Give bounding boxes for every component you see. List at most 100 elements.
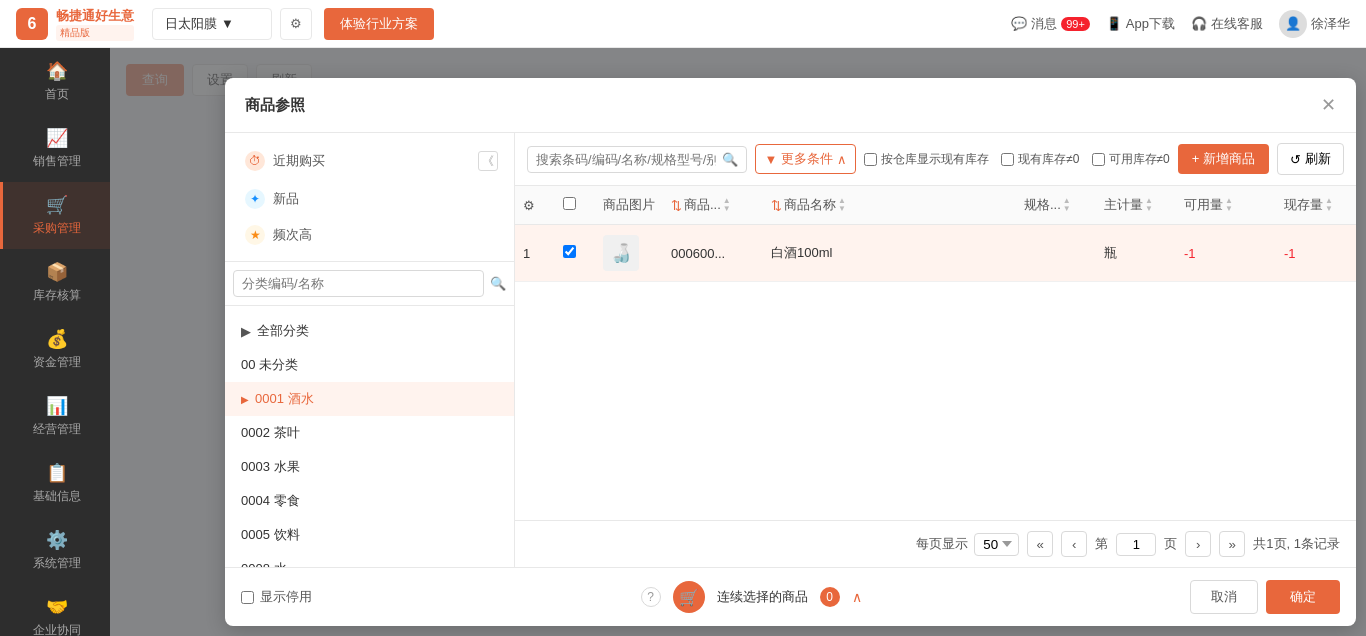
quick-access-area: ⏱ 近期购买 《 ✦ 新品 ★ 频次高 (225, 133, 514, 262)
checkbox-warehouse-stock[interactable]: 按仓库显示现有库存 (864, 151, 989, 168)
cat-liquor[interactable]: ▶ 0001 酒水 (225, 382, 514, 416)
user-area[interactable]: 👤 徐泽华 (1279, 10, 1350, 38)
new-products-item[interactable]: ✦ 新品 (233, 181, 506, 217)
online-service-item[interactable]: 🎧 在线客服 (1191, 15, 1263, 33)
cat-unclassified-label: 00 未分类 (241, 356, 298, 374)
cat-water[interactable]: 0008 水 (225, 552, 514, 567)
per-page-label: 每页显示 50 (916, 533, 1019, 556)
product-search-input[interactable] (536, 152, 716, 167)
first-page-button[interactable]: « (1027, 531, 1053, 557)
checkbox-available-stock[interactable]: 可用库存≠0 (1092, 151, 1170, 168)
table-settings-icon[interactable]: ⚙ (523, 198, 535, 213)
message-item[interactable]: 💬 消息 99+ (1011, 15, 1090, 33)
store-selector[interactable]: 日太阳膜 ▼ (152, 8, 272, 40)
product-search-box[interactable]: 🔍 (527, 146, 747, 173)
help-icon-button[interactable]: ? (641, 587, 661, 607)
sidebar-item-basic[interactable]: 📋 基础信息 (0, 450, 110, 517)
sort-code[interactable]: ⇅ 商品... ▲▼ (671, 196, 755, 214)
more-filter-button[interactable]: ▼ 更多条件 ∧ (755, 144, 856, 174)
sort-unit[interactable]: 主计量 ▲▼ (1104, 196, 1168, 214)
sidebar: 🏠 首页 📈 销售管理 🛒 采购管理 📦 库存核算 💰 资金管理 📊 经营管理 … (0, 48, 110, 636)
purchase-icon: 🛒 (46, 194, 68, 216)
sidebar-label-inventory: 库存核算 (33, 287, 81, 304)
checkbox-available-input[interactable] (1092, 153, 1105, 166)
filter-btn-label: 更多条件 (781, 150, 833, 168)
sidebar-item-purchase[interactable]: 🛒 采购管理 (0, 182, 110, 249)
refresh-button[interactable]: ↺ 刷新 (1277, 143, 1344, 175)
prev-page-button[interactable]: ‹ (1061, 531, 1087, 557)
per-page-select[interactable]: 50 (974, 533, 1019, 556)
sidebar-label-purchase: 采购管理 (33, 220, 81, 237)
collapse-button[interactable]: 《 (478, 151, 498, 171)
sort-name[interactable]: ⇅ 商品名称 ▲▼ (771, 196, 1008, 214)
product-table: ⚙ 商品图片 (515, 186, 1356, 282)
sidebar-item-home[interactable]: 🏠 首页 (0, 48, 110, 115)
cat-tea[interactable]: 0002 茶叶 (225, 416, 514, 450)
cat-arrow-icon: ▶ (241, 324, 251, 339)
cancel-button[interactable]: 取消 (1190, 580, 1258, 614)
sidebar-label-sales: 销售管理 (33, 153, 81, 170)
sort-stock[interactable]: 现存量 ▲▼ (1284, 196, 1348, 214)
sidebar-label-basic: 基础信息 (33, 488, 81, 505)
experience-button[interactable]: 体验行业方案 (324, 8, 434, 40)
show-disabled-checkbox[interactable]: 显示停用 (241, 588, 312, 606)
cell-available: -1 (1176, 225, 1276, 282)
next-page-button[interactable]: › (1185, 531, 1211, 557)
col-unit-label: 主计量 (1104, 196, 1143, 214)
row-checkbox[interactable] (563, 245, 576, 258)
category-search-button[interactable]: 🔍 (490, 276, 506, 291)
app-download-item[interactable]: 📱 App下载 (1106, 15, 1175, 33)
cell-no: 1 (515, 225, 555, 282)
cell-check[interactable] (555, 225, 595, 282)
modal-close-button[interactable]: ✕ (1321, 94, 1336, 116)
sidebar-item-inventory[interactable]: 📦 库存核算 (0, 249, 110, 316)
quick-items-list: ⏱ 近期购买 《 ✦ 新品 ★ 频次高 (233, 141, 506, 253)
frequent-items[interactable]: ★ 频次高 (233, 217, 506, 253)
per-page-text: 每页显示 (916, 535, 968, 553)
cat-all[interactable]: ▶ 全部分类 (225, 314, 514, 348)
sort-available[interactable]: 可用量 ▲▼ (1184, 196, 1268, 214)
cat-unclassified[interactable]: 00 未分类 (225, 348, 514, 382)
table-row[interactable]: 1 🍶 000600... 白酒100ml (515, 225, 1356, 282)
page-number-input[interactable] (1116, 533, 1156, 556)
sort-name-icon: ⇅ (771, 198, 782, 213)
select-all-checkbox[interactable] (563, 197, 576, 210)
th-settings[interactable]: ⚙ (515, 186, 555, 225)
last-page-button[interactable]: » (1219, 531, 1245, 557)
checkbox-existing-input[interactable] (1001, 153, 1014, 166)
finance-icon: 💰 (46, 328, 68, 350)
cat-liquor-label: 0001 酒水 (255, 390, 314, 408)
checkbox-existing-stock[interactable]: 现有库存≠0 (1001, 151, 1079, 168)
cat-snacks[interactable]: 0004 零食 (225, 484, 514, 518)
cat-beverage[interactable]: 0005 饮料 (225, 518, 514, 552)
sidebar-item-sales[interactable]: 📈 销售管理 (0, 115, 110, 182)
sidebar-item-finance[interactable]: 💰 资金管理 (0, 316, 110, 383)
category-search-input[interactable] (233, 270, 484, 297)
show-disabled-input[interactable] (241, 591, 254, 604)
sidebar-item-collab[interactable]: 🤝 企业协同 (0, 584, 110, 636)
recent-icon: ⏱ (245, 151, 265, 171)
table-body: 1 🍶 000600... 白酒100ml (515, 225, 1356, 282)
sort-spec[interactable]: 规格... ▲▼ (1024, 196, 1088, 214)
new-icon: ✦ (245, 189, 265, 209)
filter-icon: ▼ (764, 152, 777, 167)
collapse-footer-button[interactable]: ∧ (852, 589, 862, 605)
settings-button[interactable]: ⚙ (280, 8, 312, 40)
sidebar-item-system[interactable]: ⚙️ 系统管理 (0, 517, 110, 584)
sidebar-item-management[interactable]: 📊 经营管理 (0, 383, 110, 450)
table-header: ⚙ 商品图片 (515, 186, 1356, 225)
confirm-button[interactable]: 确定 (1266, 580, 1340, 614)
search-icon: 🔍 (722, 152, 738, 167)
th-checkbox[interactable] (555, 186, 595, 225)
cat-fruit[interactable]: 0003 水果 (225, 450, 514, 484)
cell-name: 白酒100ml (763, 225, 1016, 282)
sort-arrows-stock: ▲▼ (1325, 197, 1333, 213)
online-service-label: 在线客服 (1211, 15, 1263, 33)
th-image: 商品图片 (595, 186, 663, 225)
checkbox-warehouse-input[interactable] (864, 153, 877, 166)
add-product-button[interactable]: + 新增商品 (1178, 144, 1269, 174)
recent-purchases-item[interactable]: ⏱ 近期购买 (241, 145, 329, 177)
product-table-container: ⚙ 商品图片 (515, 186, 1356, 520)
sort-image[interactable]: 商品图片 (603, 196, 655, 214)
cart-button[interactable]: 🛒 (673, 581, 705, 613)
